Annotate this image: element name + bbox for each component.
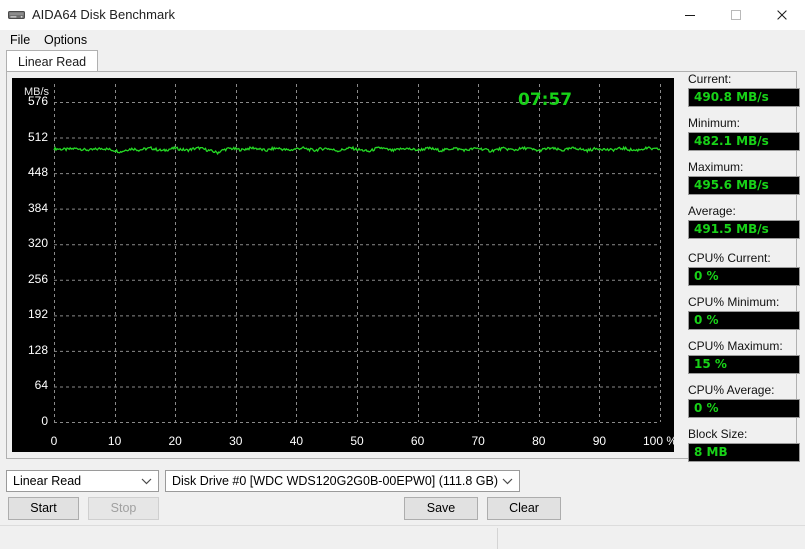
minimize-button[interactable] <box>667 0 713 30</box>
stat-label-3: Average: <box>688 204 736 218</box>
stat-value-4: 0 % <box>694 269 719 283</box>
stat-label-4: CPU% Current: <box>688 251 771 265</box>
stat-value-0: 490.8 MB/s <box>694 90 769 104</box>
stat-box-5: 0 % <box>688 311 800 330</box>
statistics-panel: Current: 490.8 MB/s Minimum: 482.1 MB/s Maxi… <box>688 72 800 471</box>
stat-value-7: 0 % <box>694 401 719 415</box>
title-bar: AIDA64 Disk Benchmark <box>0 0 805 30</box>
close-button[interactable] <box>759 0 805 30</box>
stat-value-5: 0 % <box>694 313 719 327</box>
x-axis-tick-label: 20 <box>168 434 182 448</box>
linear-read-chart: MB/s 576 512 448 384 320 256 192 128 64 0 0 10 20 30 40… <box>12 78 674 452</box>
y-axis-tick-label: 256 <box>27 271 48 286</box>
stat-box-6: 15 % <box>688 355 800 374</box>
stat-label-2: Maximum: <box>688 160 744 174</box>
stat-value-1: 482.1 MB/s <box>694 134 769 148</box>
y-axis-tick-label: 320 <box>27 236 48 251</box>
stat-value-6: 15 % <box>694 357 727 371</box>
stat-value-3: 491.5 MB/s <box>694 222 769 236</box>
x-axis-tick-label: 90 <box>592 434 607 448</box>
y-axis-tick-label: 128 <box>27 342 48 357</box>
status-bar-separator <box>497 528 498 549</box>
chart-svg <box>53 84 661 423</box>
stat-box-2: 495.6 MB/s <box>688 176 800 195</box>
disk-drive-select[interactable]: Disk Drive #0 [WDC WDS120G2G0B-00EPW0] (… <box>165 470 520 492</box>
maximize-button[interactable] <box>713 0 759 30</box>
disk-drive-icon <box>8 11 25 19</box>
x-axis-tick-label: 80 <box>532 434 546 448</box>
disk-drive-value: Disk Drive #0 [WDC WDS120G2G0B-00EPW0] (… <box>172 474 499 488</box>
stat-box-4: 0 % <box>688 267 800 286</box>
stat-label-6: CPU% Maximum: <box>688 339 783 353</box>
stat-value-2: 495.6 MB/s <box>694 178 769 192</box>
stat-box-1: 482.1 MB/s <box>688 132 800 151</box>
stat-box-8: 8 MB <box>688 443 800 462</box>
x-axis-tick-label: 40 <box>289 434 304 448</box>
menu-item-file[interactable]: File <box>4 32 36 49</box>
chevron-down-icon <box>502 471 513 497</box>
y-axis-tick-label: 64 <box>34 378 48 393</box>
status-bar <box>0 525 805 549</box>
stat-box-0: 490.8 MB/s <box>688 88 800 107</box>
x-axis-tick-label: 60 <box>410 434 425 448</box>
x-axis-tick-label: 10 <box>107 434 122 448</box>
x-axis-tick-label: 100 % <box>642 434 674 448</box>
chevron-down-icon <box>141 471 152 497</box>
menu-bar: File Options <box>0 30 805 50</box>
benchmark-mode-value: Linear Read <box>13 474 82 488</box>
elapsed-timer: 07:57 <box>518 90 573 110</box>
clear-button[interactable]: Clear <box>487 497 561 520</box>
stat-label-7: CPU% Average: <box>688 383 775 397</box>
tab-linear-read[interactable]: Linear Read <box>6 50 99 73</box>
stat-label-5: CPU% Minimum: <box>688 295 780 309</box>
chart-plot-area: MB/s 576 512 448 384 320 256 192 128 64 0 0 10 20 30 40… <box>12 78 674 452</box>
menu-item-options[interactable]: Options <box>38 32 93 49</box>
close-icon <box>777 10 787 20</box>
save-button[interactable]: Save <box>404 497 478 520</box>
y-axis-tick-label: 192 <box>27 307 48 322</box>
y-axis-tick-label: 384 <box>27 200 48 215</box>
stat-box-7: 0 % <box>688 399 800 418</box>
tab-strip: Linear Read <box>6 50 799 73</box>
x-axis-tick-label: 70 <box>471 434 485 448</box>
stat-label-8: Block Size: <box>688 427 748 441</box>
stat-value-8: 8 MB <box>694 445 728 459</box>
stat-label-0: Current: <box>688 72 732 86</box>
x-axis-tick-label: 30 <box>229 434 243 448</box>
x-axis-tick-label: 0 <box>50 434 58 448</box>
y-axis-tick-label: 0 <box>41 414 48 428</box>
start-button[interactable]: Start <box>8 497 79 520</box>
y-axis-tick-label: 448 <box>27 165 48 180</box>
y-axis-tick-label: 512 <box>27 129 48 144</box>
y-axis-tick-label: 576 <box>27 94 48 108</box>
stat-box-3: 491.5 MB/s <box>688 220 800 239</box>
aida64-disk-benchmark-window: AIDA64 Disk Benchmark File Options Linea… <box>0 0 805 549</box>
x-axis-tick-label: 50 <box>350 434 364 448</box>
maximize-icon <box>731 10 741 20</box>
window-title: AIDA64 Disk Benchmark <box>32 7 176 22</box>
stop-button: Stop <box>88 497 159 520</box>
minimize-icon <box>685 15 695 16</box>
benchmark-mode-select[interactable]: Linear Read <box>6 470 159 492</box>
stat-label-1: Minimum: <box>688 116 741 130</box>
